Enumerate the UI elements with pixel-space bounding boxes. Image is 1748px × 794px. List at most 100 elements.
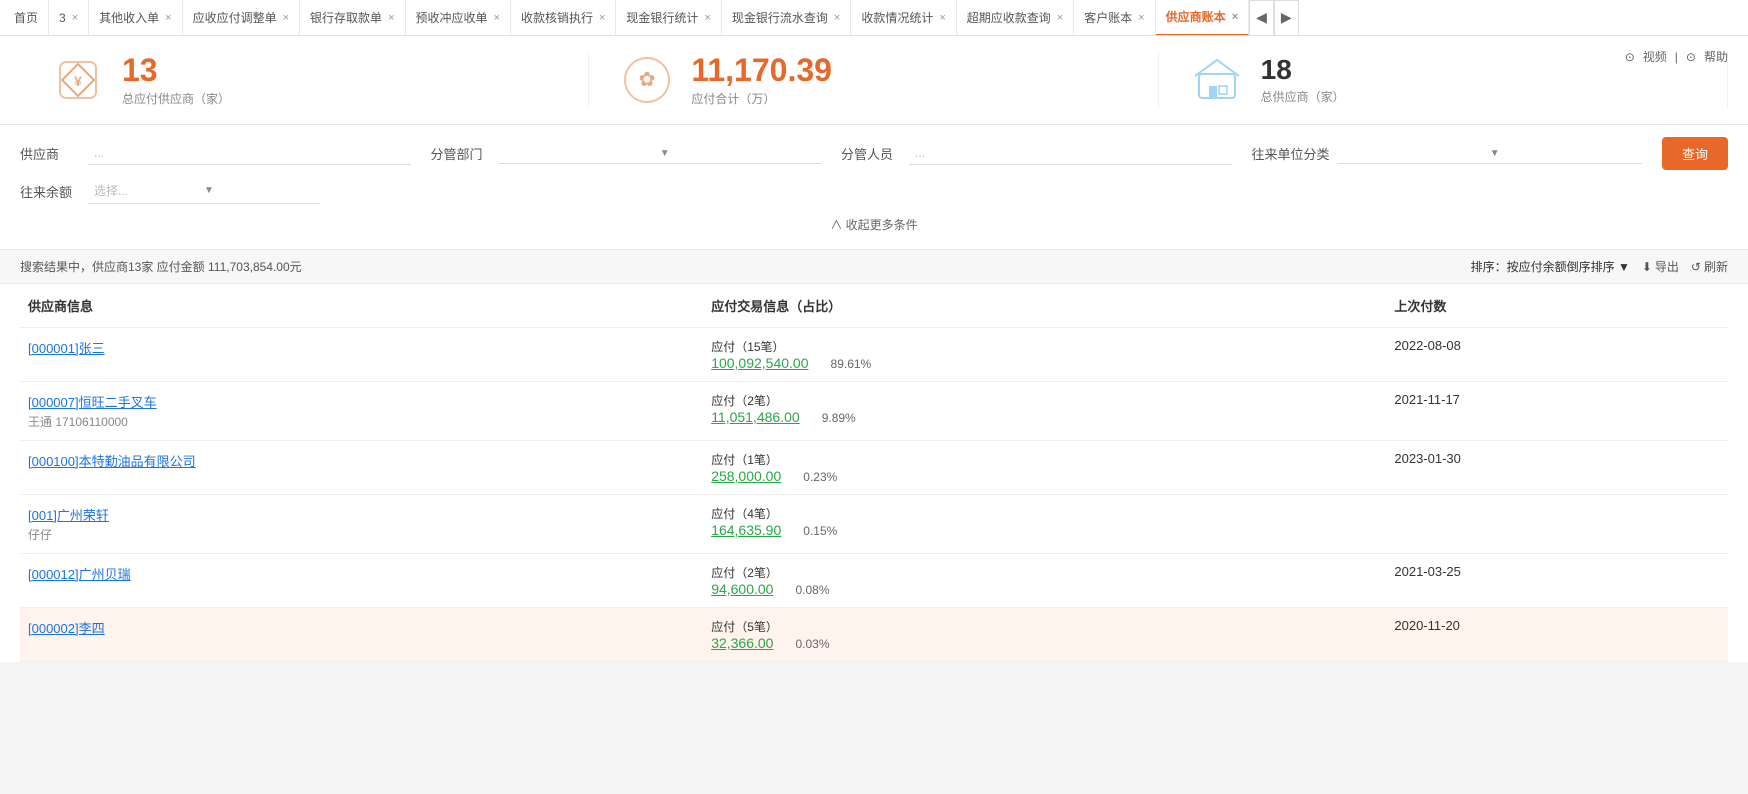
payable-info-cell: 应付（4笔）164,635.900.15% [703,495,1386,554]
supplier-link[interactable]: [000002]李四 [28,621,105,636]
supplier-link[interactable]: [000001]张三 [28,341,105,356]
filter-row-2: 往来余额 选择... ▼ [20,178,1728,204]
nav-tab-cash-bank-stat[interactable]: 现金银行统计 × [616,0,721,36]
category-filter-label: 往来单位分类 [1252,144,1330,163]
nav-tab-overdue[interactable]: 超期应收款查询 × [957,0,1074,36]
category-filter-select[interactable]: ▼ [1338,144,1642,164]
nav-tab-home[interactable]: 首页 [4,0,49,36]
nav-tab-3-close[interactable]: × [72,12,78,24]
sort-label[interactable]: 排序：按应付余额倒序排序 ▼ [1471,258,1630,275]
help-icon: ⊙ [1686,50,1696,64]
nav-tab-supplier-book[interactable]: 供应商账本 × [1156,0,1249,36]
nav-tab-supplier-book-close[interactable]: × [1232,11,1238,23]
dept-filter-select[interactable]: ▼ [499,144,822,164]
nav-arrow-left[interactable]: ◀ [1249,0,1274,36]
filter-section: 供应商 分管部门 ▼ 分管人员 往来单位分类 ▼ 查询 [0,125,1748,250]
payable-amount[interactable]: 164,635.90 [711,522,781,538]
last-pay-cell: 2023-01-30 [1386,441,1728,495]
video-link[interactable]: 视频 [1643,48,1667,65]
diamond-icon: ¥ [50,52,106,108]
supplier-filter-input[interactable] [88,142,411,165]
payable-amount[interactable]: 258,000.00 [711,468,781,484]
nav-tab-verify-label: 收款核销执行 [521,9,593,26]
nav-arrow-right[interactable]: ▶ [1274,0,1299,36]
sort-icon: ▼ [1618,260,1630,274]
nav-tab-cash-bank-stat-label: 现金银行统计 [626,9,698,26]
nav-tab-adjustment[interactable]: 应收应付调整单 × [183,0,300,36]
nav-tab-supplier-book-label: 供应商账本 [1166,8,1226,25]
balance-filter-select[interactable]: 选择... ▼ [88,178,320,204]
summary-info-payable-total: 11,170.39 应付合计（万） [691,54,832,107]
payable-info-cell: 应付（5笔）32,366.000.03% [703,608,1386,662]
balance-dropdown-arrow: ▼ [204,185,314,196]
payable-percent: 0.23% [803,470,837,484]
nav-tab-overdue-close[interactable]: × [1057,12,1063,24]
nav-tab-cash-bank-stat-close[interactable]: × [704,12,710,24]
nav-tab-customer-book-label: 客户账本 [1084,9,1132,26]
payable-info-cell: 应付（1笔）258,000.000.23% [703,441,1386,495]
summary-info-payable-suppliers: 13 总应付供应商（家） [122,54,230,107]
nav-tab-advance-close[interactable]: × [494,12,500,24]
supplier-info-cell: [000007]恒旺二手叉车王通 17106110000 [20,382,703,441]
store-icon [1189,52,1245,108]
nav-tab-cash-bank-flow[interactable]: 现金银行流水查询 × [722,0,851,36]
summary-card-payable-total: ✿ 11,170.39 应付合计（万） [589,52,1158,108]
nav-tab-customer-book[interactable]: 客户账本 × [1074,0,1155,36]
nav-tab-home-label: 首页 [14,9,38,26]
export-label: 导出 [1655,258,1679,275]
filter-item-dept: 分管部门 ▼ [431,144,822,164]
payable-count-label: 应付（2笔） [711,392,1378,409]
table-row: [001]广州荣轩仔仔应付（4笔）164,635.900.15% [20,495,1728,554]
nav-tab-customer-book-close[interactable]: × [1138,12,1144,24]
supplier-link[interactable]: [000100]本特勤油品有限公司 [28,454,196,469]
payable-percent: 0.08% [795,583,829,597]
supplier-link[interactable]: [000007]恒旺二手叉车 [28,395,157,410]
nav-tab-bank[interactable]: 银行存取款单 × [300,0,405,36]
payable-count-label: 应付（4笔） [711,505,1378,522]
nav-tab-collection-stat[interactable]: 收款情况统计 × [851,0,956,36]
payable-amount[interactable]: 100,092,540.00 [711,355,808,371]
result-summary-text: 搜索结果中，供应商13家 应付金额 111,703,854.00元 [20,258,302,275]
supplier-link[interactable]: [001]广州荣轩 [28,508,109,523]
help-link[interactable]: 帮助 [1704,48,1728,65]
filter-item-person: 分管人员 [841,142,1232,165]
supplier-link[interactable]: [000012]广州贝瑞 [28,567,131,582]
last-pay-date: 2021-11-17 [1394,392,1460,407]
export-icon: ⬇ [1642,260,1652,274]
nav-tab-adjustment-close[interactable]: × [283,12,289,24]
refresh-label: 刷新 [1704,258,1728,275]
person-filter-input[interactable] [909,142,1232,165]
nav-tab-other-income[interactable]: 其他收入单 × [89,0,182,36]
payable-suppliers-label: 总应付供应商（家） [122,90,230,107]
nav-tab-3[interactable]: 3 × [49,0,89,36]
summary-bar: ¥ 13 总应付供应商（家） ✿ 11,170.39 应付合计（万） [0,36,1748,125]
payable-amount[interactable]: 94,600.00 [711,581,773,597]
nav-tab-cash-bank-flow-close[interactable]: × [834,12,840,24]
nav-tab-verify-close[interactable]: × [599,12,605,24]
balance-filter-label: 往来余额 [20,182,80,201]
nav-tab-other-income-close[interactable]: × [165,12,171,24]
summary-info-total-suppliers: 18 总供应商（家） [1261,56,1345,105]
links-separator: | [1675,50,1678,64]
nav-tab-verify[interactable]: 收款核销执行 × [511,0,616,36]
supplier-info-cell: [001]广州荣轩仔仔 [20,495,703,554]
nav-tab-bank-label: 银行存取款单 [310,9,382,26]
last-pay-date: 2022-08-08 [1394,338,1461,353]
nav-tab-advance-label: 预收冲应收单 [416,9,488,26]
payable-amount[interactable]: 32,366.00 [711,635,773,651]
payable-amount[interactable]: 11,051,486.00 [711,409,800,425]
supplier-filter-label: 供应商 [20,144,80,163]
top-nav: 首页 3 × 其他收入单 × 应收应付调整单 × 银行存取款单 × 预收冲应收单… [0,0,1748,36]
last-pay-date: 2023-01-30 [1394,451,1461,466]
table-row: [000002]李四应付（5笔）32,366.000.03%2020-11-20 [20,608,1728,662]
nav-tab-advance[interactable]: 预收冲应收单 × [406,0,511,36]
payable-info-cell: 应付（2笔）11,051,486.009.89% [703,382,1386,441]
export-button[interactable]: ⬇ 导出 [1642,258,1679,275]
rice-icon: ✿ [619,52,675,108]
nav-tab-collection-stat-close[interactable]: × [939,12,945,24]
last-pay-date: 2021-03-25 [1394,564,1461,579]
nav-tab-bank-close[interactable]: × [388,12,394,24]
query-button[interactable]: 查询 [1662,137,1728,170]
collapse-button[interactable]: ∧ 收起更多条件 [20,212,1728,237]
refresh-button[interactable]: ↺ 刷新 [1691,258,1728,275]
